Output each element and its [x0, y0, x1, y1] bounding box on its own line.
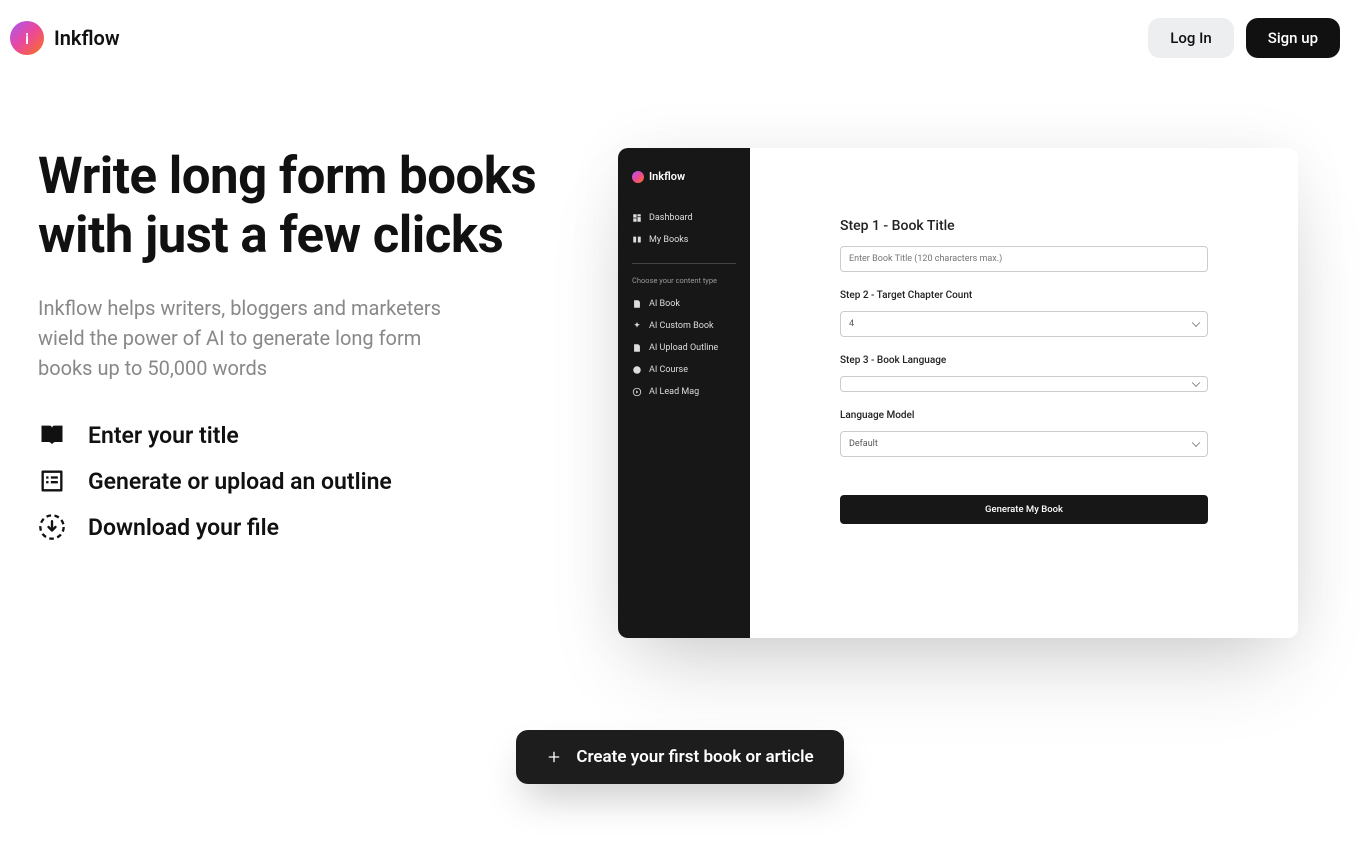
- signup-button[interactable]: Sign up: [1246, 18, 1340, 58]
- list-icon: [38, 467, 66, 495]
- upload-icon: [632, 343, 642, 353]
- arrow-circle-icon: [632, 387, 642, 397]
- preview-nav-mybooks: My Books: [628, 229, 740, 251]
- step-item: Download your file: [38, 513, 578, 541]
- hero-copy: Write long form books with just a few cl…: [38, 148, 578, 541]
- preview-lm-label: Language Model: [840, 410, 1208, 421]
- cta-wrap: Create your first book or article: [0, 730, 1360, 784]
- brand-logo-letter: i: [25, 29, 29, 48]
- brand-logo-icon: i: [10, 21, 44, 55]
- step-label: Enter your title: [88, 422, 239, 449]
- preview-nav-custombook: AI Custom Book: [628, 315, 740, 337]
- preview-nav-course: AI Course: [628, 359, 740, 381]
- preview-nav-label: AI Custom Book: [649, 321, 714, 331]
- preview-nav-uploadoutline: AI Upload Outline: [628, 337, 740, 359]
- hero-steps: Enter your title Generate or upload an o…: [38, 421, 578, 541]
- preview-lm-value: Default: [849, 439, 878, 449]
- preview-brand-name: Inkflow: [649, 170, 685, 183]
- plus-icon: [546, 749, 562, 765]
- preview-lm-select: Default: [840, 431, 1208, 457]
- create-book-button[interactable]: Create your first book or article: [516, 730, 843, 784]
- app-preview: Inkflow Dashboard My Books Choose your c…: [618, 148, 1298, 638]
- preview-nav-label: Dashboard: [649, 213, 693, 223]
- preview-brand: Inkflow: [632, 170, 740, 183]
- hero-subtitle: Inkflow helps writers, bloggers and mark…: [38, 293, 478, 383]
- preview-main: Step 1 - Book Title Step 2 - Target Chap…: [750, 148, 1298, 638]
- books-icon: [632, 235, 642, 245]
- download-icon: [38, 513, 66, 541]
- login-button[interactable]: Log In: [1148, 18, 1233, 58]
- step-label: Download your file: [88, 514, 279, 541]
- preview-step2-label: Step 2 - Target Chapter Count: [840, 290, 1208, 301]
- preview-nav-label: My Books: [649, 235, 688, 245]
- sparkle-icon: [632, 321, 642, 331]
- preview-title-input: [840, 246, 1208, 272]
- preview-brand-logo-icon: [632, 171, 644, 183]
- file-icon: [632, 299, 642, 309]
- step-item: Generate or upload an outline: [38, 467, 578, 495]
- site-header: i Inkflow Log In Sign up: [0, 0, 1360, 58]
- preview-nav-label: AI Book: [649, 299, 680, 309]
- brand[interactable]: i Inkflow: [10, 21, 120, 55]
- book-open-icon: [38, 421, 66, 449]
- header-actions: Log In Sign up: [1148, 18, 1340, 58]
- preview-language-select: [840, 376, 1208, 392]
- hero-section: Write long form books with just a few cl…: [0, 58, 1360, 541]
- preview-step3-label: Step 3 - Book Language: [840, 355, 1208, 366]
- preview-nav-label: AI Upload Outline: [649, 343, 718, 353]
- cta-label: Create your first book or article: [576, 747, 813, 767]
- preview-chapter-value: 4: [849, 319, 854, 329]
- preview-generate-button: Generate My Book: [840, 495, 1208, 524]
- preview-nav-label: AI Course: [649, 365, 688, 375]
- hero-title: Write long form books with just a few cl…: [38, 148, 578, 265]
- preview-nav-label: AI Lead Mag: [649, 387, 699, 397]
- preview-chapter-select: 4: [840, 311, 1208, 337]
- preview-nav-leadmag: AI Lead Mag: [628, 381, 740, 403]
- step-label: Generate or upload an outline: [88, 468, 392, 495]
- dashboard-icon: [632, 213, 642, 223]
- preview-divider: [632, 263, 736, 264]
- preview-step1-title: Step 1 - Book Title: [840, 218, 1208, 234]
- preview-wrap: Inkflow Dashboard My Books Choose your c…: [618, 148, 1360, 541]
- preview-nav-dashboard: Dashboard: [628, 207, 740, 229]
- preview-sidebar: Inkflow Dashboard My Books Choose your c…: [618, 148, 750, 638]
- brand-name: Inkflow: [54, 26, 120, 50]
- preview-section-label: Choose your content type: [628, 270, 740, 293]
- preview-nav-aibook: AI Book: [628, 293, 740, 315]
- course-icon: [632, 365, 642, 375]
- step-item: Enter your title: [38, 421, 578, 449]
